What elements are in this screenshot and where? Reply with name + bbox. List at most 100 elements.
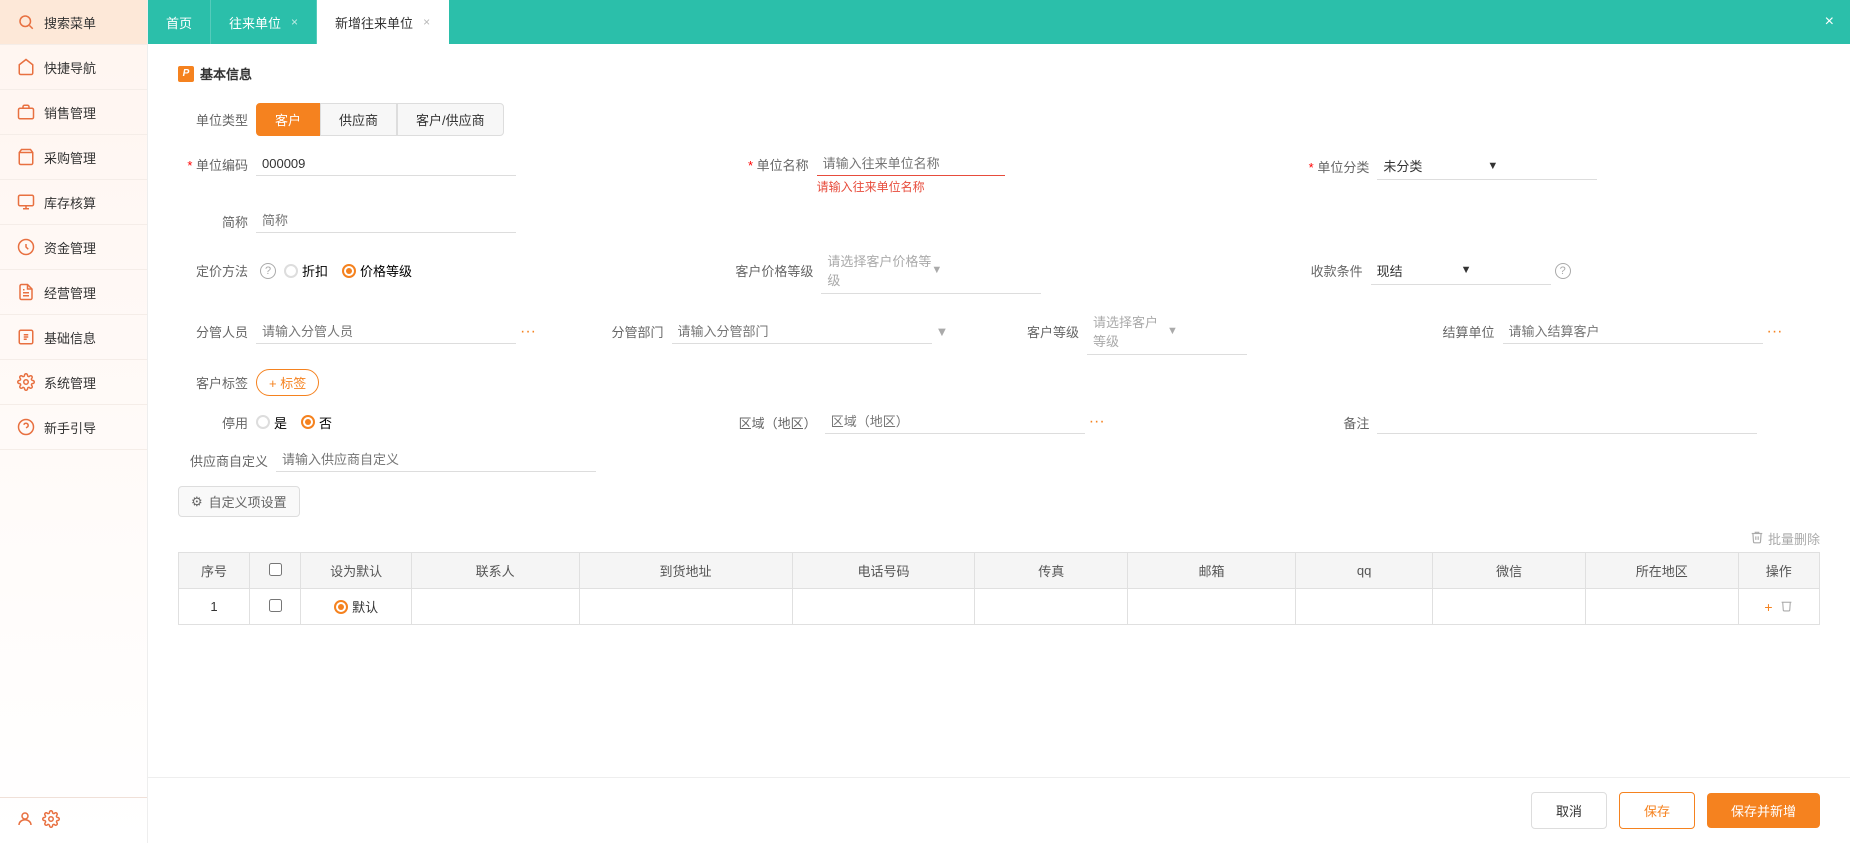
add-tag-button[interactable]: + 标签	[256, 369, 319, 396]
sidebar-item-system[interactable]: 系统管理	[0, 360, 147, 405]
management-icon	[16, 282, 36, 302]
col-checkbox	[250, 553, 301, 589]
address-input[interactable]	[626, 595, 746, 618]
custom-settings-button[interactable]: ⚙ 自定义项设置	[178, 486, 300, 517]
default-radio-item[interactable]: 默认	[311, 597, 400, 616]
short-name-input[interactable]	[256, 209, 516, 233]
customer-price-level-select[interactable]: 请选择客户价格等级 ▼	[821, 247, 1041, 294]
payment-terms-select[interactable]: 现结 ▼	[1371, 257, 1551, 285]
field-customer-tag: 客户标签 + 标签	[178, 369, 1820, 396]
cell-region	[1585, 589, 1738, 625]
field-region: 区域（地区） ···	[739, 410, 1260, 434]
sidebar-item-purchase[interactable]: 采购管理	[0, 135, 147, 180]
radio-price-level[interactable]: 价格等级	[342, 261, 412, 280]
col-qq: qq	[1295, 553, 1433, 589]
phone-input[interactable]	[834, 595, 934, 618]
btn-customer[interactable]: 客户	[256, 103, 320, 136]
qq-input[interactable]	[1329, 595, 1399, 618]
cell-default: 默认	[301, 589, 411, 625]
close-all-tabs[interactable]: ×	[1809, 13, 1850, 31]
row-checkbox[interactable]	[269, 599, 282, 612]
tab-home[interactable]: 首页	[148, 0, 211, 44]
radio-discount[interactable]: 折扣	[284, 261, 328, 280]
save-button[interactable]: 保存	[1619, 792, 1695, 829]
settlement-unit-input[interactable]	[1503, 320, 1763, 344]
row-pricing: 定价方法 ? 折扣 价格等级 客户价格等级 请选择客户价格等级	[178, 247, 1820, 294]
unit-name-input[interactable]	[817, 152, 1005, 176]
unit-category-select[interactable]: 未分类 ▼	[1377, 152, 1597, 180]
radio-yes[interactable]: 是	[256, 413, 287, 432]
select-all-checkbox[interactable]	[269, 563, 282, 576]
tab-new-partner[interactable]: 新增往来单位 ×	[317, 0, 449, 44]
sidebar-item-guide[interactable]: 新手引导	[0, 405, 147, 450]
dept-input[interactable]	[672, 320, 932, 344]
email-input[interactable]	[1166, 595, 1256, 618]
batch-delete-button[interactable]: 批量删除	[1750, 529, 1820, 548]
field-customer-price-level: 客户价格等级 请选择客户价格等级 ▼	[735, 247, 1262, 294]
col-contact: 联系人	[411, 553, 579, 589]
sidebar-item-management[interactable]: 经营管理	[0, 270, 147, 315]
sidebar: 搜索菜单 快捷导航 销售管理 采购管理 库存核算 资金管理 经营管理	[0, 0, 148, 843]
guide-icon	[16, 417, 36, 437]
field-unit-category: 单位分类 未分类 ▼	[1299, 152, 1820, 180]
field-remark: 备注	[1299, 410, 1820, 434]
manager-input[interactable]	[256, 320, 516, 344]
sidebar-item-quicknav[interactable]: 快捷导航	[0, 45, 147, 90]
pricing-method-radios: 折扣 价格等级	[284, 261, 412, 280]
settlement-unit-dots[interactable]: ···	[1763, 323, 1787, 341]
field-settlement-unit: 结算单位 ···	[1425, 320, 1821, 344]
row-region-input[interactable]	[1622, 595, 1702, 618]
sidebar-bottom	[0, 797, 147, 843]
sidebar-item-sales[interactable]: 销售管理	[0, 90, 147, 135]
add-row-button[interactable]: +	[1762, 597, 1774, 617]
cell-wechat	[1433, 589, 1586, 625]
short-name-label: 简称	[178, 212, 248, 231]
customer-level-select[interactable]: 请选择客户等级 ▼	[1087, 308, 1247, 355]
close-tab-new-partner[interactable]: ×	[423, 15, 430, 29]
cancel-button[interactable]: 取消	[1531, 792, 1607, 829]
save-new-button[interactable]: 保存并新增	[1707, 793, 1820, 828]
remark-input[interactable]	[1377, 410, 1757, 434]
finance-icon	[16, 237, 36, 257]
cell-email	[1128, 589, 1296, 625]
pricing-help-icon[interactable]: ?	[260, 263, 276, 279]
region-dots[interactable]: ···	[1085, 413, 1109, 431]
sidebar-item-basic-info[interactable]: 基础信息	[0, 315, 147, 360]
batch-delete-area: 批量删除	[178, 529, 1820, 548]
unit-code-input[interactable]	[256, 152, 516, 176]
sidebar-item-search[interactable]: 搜索菜单	[0, 0, 147, 45]
field-unit-code: 单位编码	[178, 152, 699, 176]
payment-terms-chevron: ▼	[1461, 264, 1545, 276]
col-index: 序号	[179, 553, 250, 589]
sidebar-item-inventory[interactable]: 库存核算	[0, 180, 147, 225]
contact-input[interactable]	[450, 595, 540, 618]
fax-input[interactable]	[1011, 595, 1091, 618]
supplier-custom-input[interactable]	[276, 448, 596, 472]
delete-row-button[interactable]	[1778, 597, 1795, 617]
col-phone: 电话号码	[792, 553, 975, 589]
settlement-unit-label: 结算单位	[1425, 322, 1495, 341]
manager-dots[interactable]: ···	[516, 323, 540, 341]
sidebar-item-finance[interactable]: 资金管理	[0, 225, 147, 270]
tab-partners[interactable]: 往来单位 ×	[211, 0, 317, 44]
field-supplier-custom: 供应商自定义	[178, 448, 1820, 472]
payment-terms-help-icon[interactable]: ?	[1555, 263, 1571, 279]
tab-bar: 首页 往来单位 × 新增往来单位 × ×	[148, 0, 1850, 44]
radio-no[interactable]: 否	[301, 413, 332, 432]
wechat-input[interactable]	[1469, 595, 1549, 618]
region-input[interactable]	[825, 410, 1085, 434]
btn-supplier[interactable]: 供应商	[320, 103, 397, 136]
radio-price-level-dot	[342, 264, 356, 278]
row-shortname: 简称	[178, 209, 1820, 233]
btn-customer-supplier[interactable]: 客户/供应商	[397, 103, 504, 136]
row-supplier-custom: 供应商自定义	[178, 448, 1820, 472]
unit-name-wrap	[817, 152, 1005, 176]
field-short-name: 简称	[178, 209, 1820, 233]
close-tab-partners[interactable]: ×	[291, 15, 298, 29]
field-dept: 分管部门 ▼	[594, 320, 990, 344]
unit-category-chevron: ▼	[1487, 160, 1591, 172]
form-content: P 基本信息 单位类型 客户 供应商 客户/供应商 单位编码 单位名称	[148, 44, 1850, 777]
settings-bottom-icon	[42, 810, 60, 831]
dept-chevron: ▼	[936, 324, 949, 339]
unit-type-group: 客户 供应商 客户/供应商	[256, 103, 504, 136]
